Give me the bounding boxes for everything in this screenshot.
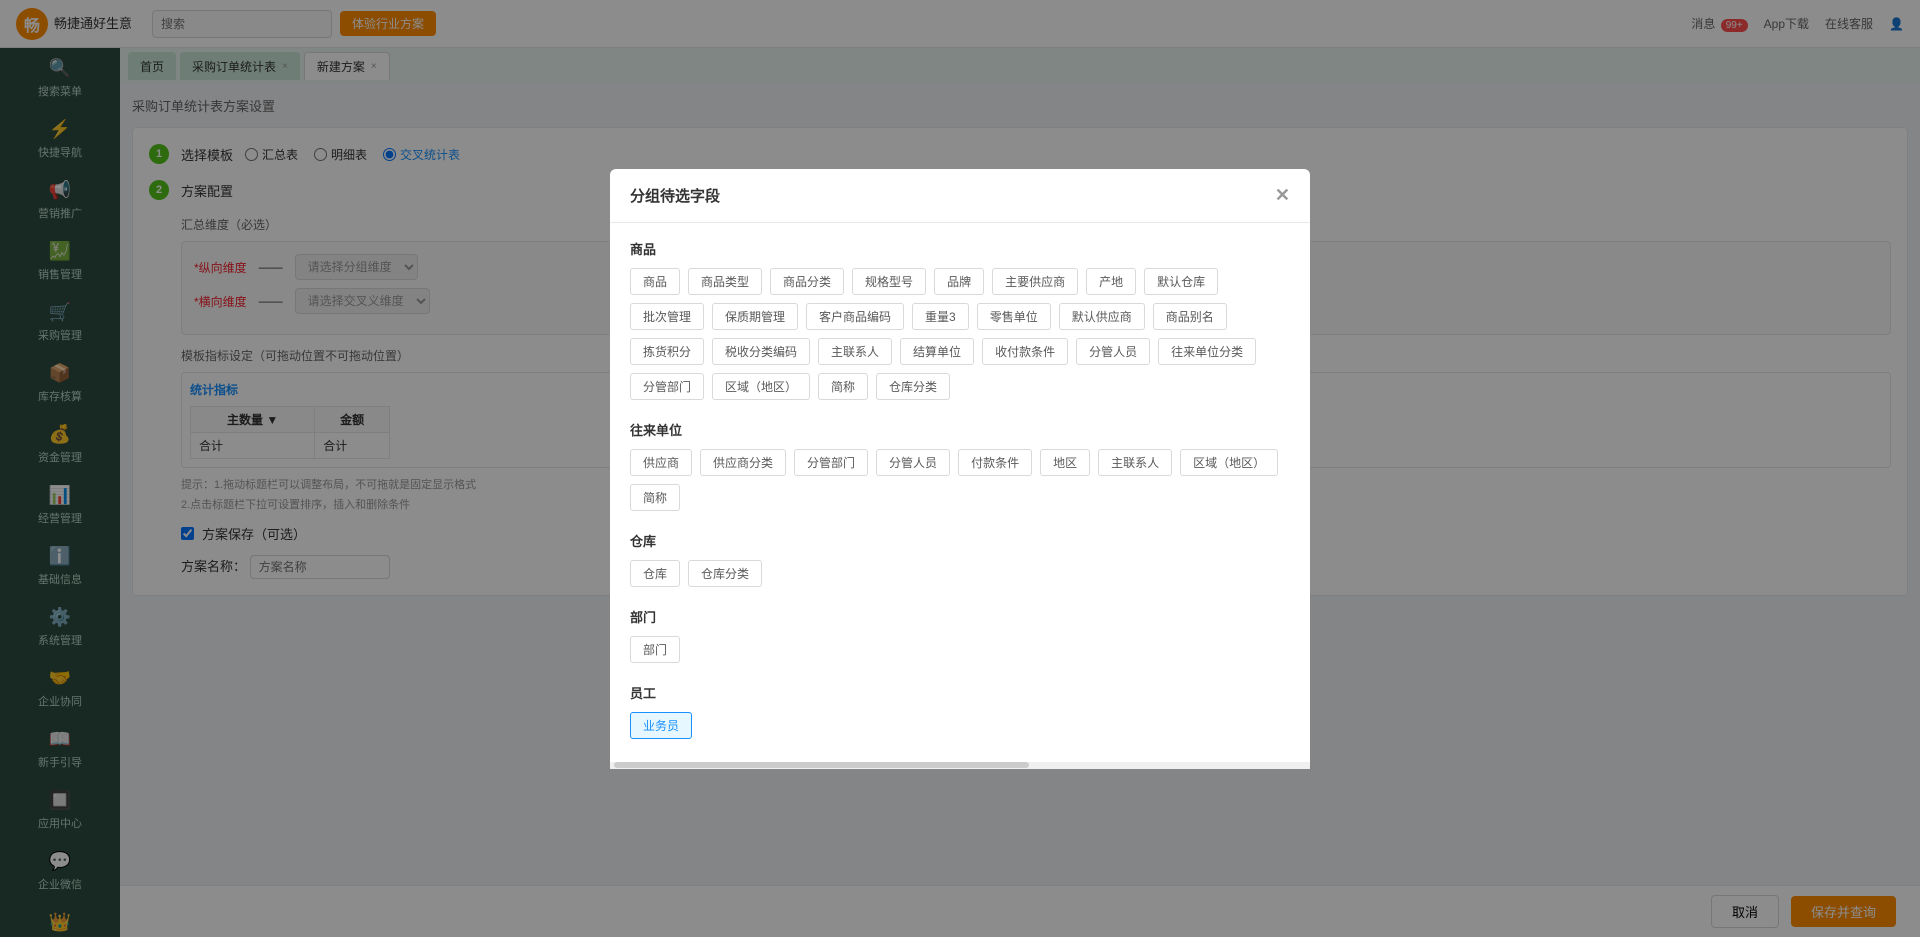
- field-tag-default-supplier[interactable]: 默认供应商: [1059, 303, 1145, 330]
- field-tag-tax-code[interactable]: 税收分类编码: [712, 338, 810, 365]
- field-tag-region-goods[interactable]: 区域（地区）: [712, 373, 810, 400]
- field-tag-brand[interactable]: 品牌: [934, 268, 984, 295]
- modal-scroll-thumb: [614, 762, 1029, 768]
- section-warehouse-title: 仓库: [630, 531, 1290, 550]
- section-employee: 员工 业务员: [630, 683, 1290, 739]
- field-tag-warehouse[interactable]: 仓库: [630, 560, 680, 587]
- field-tag-manage-person[interactable]: 分管人员: [876, 449, 950, 476]
- section-warehouse: 仓库 仓库 仓库分类: [630, 531, 1290, 587]
- field-tag-main-contact[interactable]: 主联系人: [818, 338, 892, 365]
- field-tag-manage-dept[interactable]: 分管部门: [794, 449, 868, 476]
- field-tag-spec-model[interactable]: 规格型号: [852, 268, 926, 295]
- field-tag-short-name-counterpart[interactable]: 简称: [630, 484, 680, 511]
- field-tag-weight3[interactable]: 重量3: [912, 303, 969, 330]
- section-goods-title: 商品: [630, 239, 1290, 258]
- field-tag-area[interactable]: 地区: [1040, 449, 1090, 476]
- field-tag-expiry-mgmt[interactable]: 保质期管理: [712, 303, 798, 330]
- field-tag-region-counterpart[interactable]: 区域（地区）: [1180, 449, 1278, 476]
- field-tag-customer-code[interactable]: 客户商品编码: [806, 303, 904, 330]
- field-tag-origin[interactable]: 产地: [1086, 268, 1136, 295]
- field-tag-retail-unit[interactable]: 零售单位: [977, 303, 1051, 330]
- field-tag-goods-type[interactable]: 商品类型: [688, 268, 762, 295]
- section-warehouse-tags: 仓库 仓库分类: [630, 560, 1290, 587]
- modal-body: 商品 商品 商品类型 商品分类 规格型号 品牌 主要供应商 产地 默认仓库 批次…: [610, 223, 1310, 763]
- field-tag-goods-category[interactable]: 商品分类: [770, 268, 844, 295]
- section-counterpart-tags: 供应商 供应商分类 分管部门 分管人员 付款条件 地区 主联系人 区域（地区） …: [630, 449, 1290, 511]
- field-tag-warehouse-category-goods[interactable]: 仓库分类: [876, 373, 950, 400]
- field-tag-supervisor[interactable]: 分管人员: [1076, 338, 1150, 365]
- section-department-tags: 部门: [630, 636, 1290, 663]
- field-tag-goods[interactable]: 商品: [630, 268, 680, 295]
- field-tag-main-supplier[interactable]: 主要供应商: [992, 268, 1078, 295]
- field-tag-payment-condition[interactable]: 付款条件: [958, 449, 1032, 476]
- field-tag-supplier[interactable]: 供应商: [630, 449, 692, 476]
- section-employee-title: 员工: [630, 683, 1290, 702]
- modal-overlay: 分组待选字段 ✕ 商品 商品 商品类型 商品分类 规格型号 品牌 主要供应商 产…: [0, 0, 1920, 937]
- modal-title: 分组待选字段: [630, 185, 720, 206]
- section-department-title: 部门: [630, 607, 1290, 626]
- field-tag-dept[interactable]: 分管部门: [630, 373, 704, 400]
- section-counterpart-title: 往来单位: [630, 420, 1290, 439]
- field-tag-default-warehouse[interactable]: 默认仓库: [1144, 268, 1218, 295]
- field-tag-goods-alias[interactable]: 商品别名: [1153, 303, 1227, 330]
- section-department: 部门 部门: [630, 607, 1290, 663]
- field-tag-warehouse-category[interactable]: 仓库分类: [688, 560, 762, 587]
- field-tag-supplier-category[interactable]: 供应商分类: [700, 449, 786, 476]
- section-counterpart: 往来单位 供应商 供应商分类 分管部门 分管人员 付款条件 地区 主联系人 区域…: [630, 420, 1290, 511]
- modal-header: 分组待选字段 ✕: [610, 169, 1310, 223]
- field-tag-settle-unit[interactable]: 结算单位: [900, 338, 974, 365]
- section-goods-tags: 商品 商品类型 商品分类 规格型号 品牌 主要供应商 产地 默认仓库 批次管理 …: [630, 268, 1290, 400]
- field-tag-short-name-goods[interactable]: 简称: [818, 373, 868, 400]
- field-tag-pick-points[interactable]: 拣货积分: [630, 338, 704, 365]
- field-tag-salesperson[interactable]: 业务员: [630, 712, 692, 739]
- field-tag-main-contact2[interactable]: 主联系人: [1098, 449, 1172, 476]
- modal-close-button[interactable]: ✕: [1275, 186, 1290, 204]
- field-tag-counterpart-category[interactable]: 往来单位分类: [1158, 338, 1256, 365]
- section-employee-tags: 业务员: [630, 712, 1290, 739]
- section-goods: 商品 商品 商品类型 商品分类 规格型号 品牌 主要供应商 产地 默认仓库 批次…: [630, 239, 1290, 400]
- field-tag-batch-mgmt[interactable]: 批次管理: [630, 303, 704, 330]
- field-tag-department[interactable]: 部门: [630, 636, 680, 663]
- field-select-modal: 分组待选字段 ✕ 商品 商品 商品类型 商品分类 规格型号 品牌 主要供应商 产…: [610, 169, 1310, 769]
- modal-horizontal-scrollbar[interactable]: [610, 762, 1310, 768]
- field-tag-payment-terms[interactable]: 收付款条件: [982, 338, 1068, 365]
